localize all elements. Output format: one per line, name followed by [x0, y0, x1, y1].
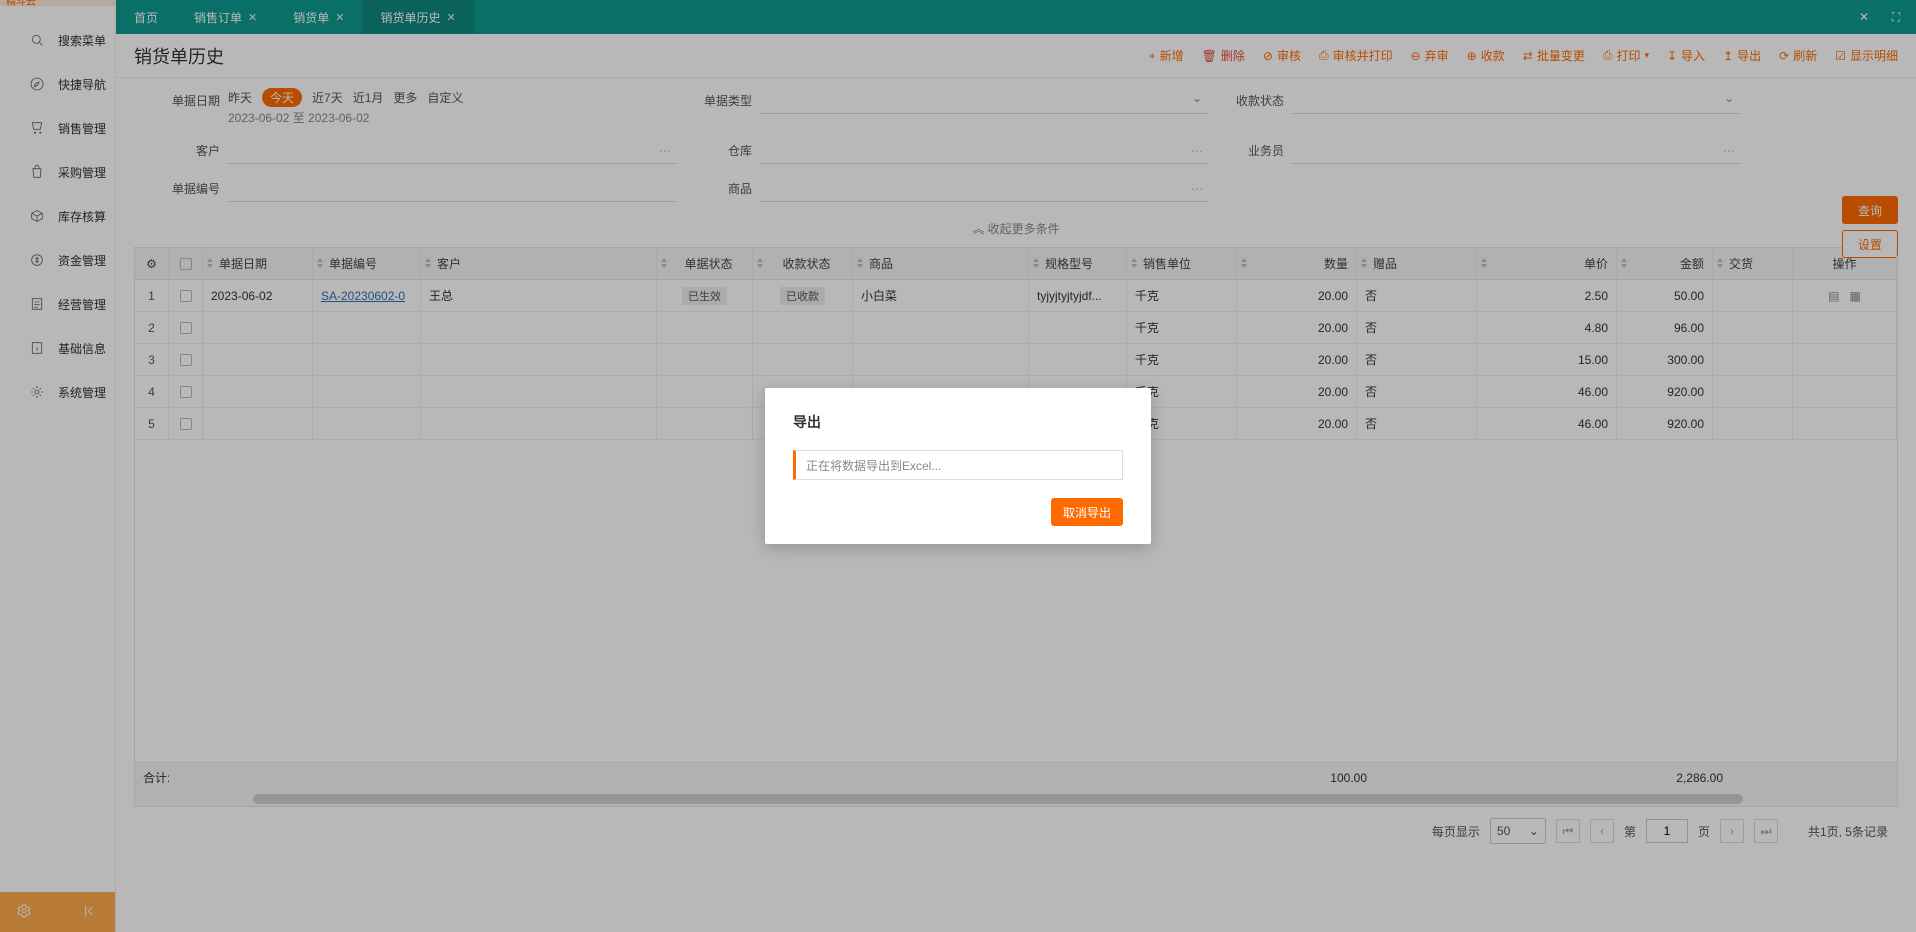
- cancel-export-button[interactable]: 取消导出: [1051, 498, 1123, 526]
- export-dialog-title: 导出: [793, 412, 1123, 432]
- modal-overlay: 导出 正在将数据导出到Excel... 取消导出: [0, 0, 1916, 932]
- export-status-text: 正在将数据导出到Excel...: [793, 450, 1123, 480]
- export-dialog: 导出 正在将数据导出到Excel... 取消导出: [765, 388, 1151, 544]
